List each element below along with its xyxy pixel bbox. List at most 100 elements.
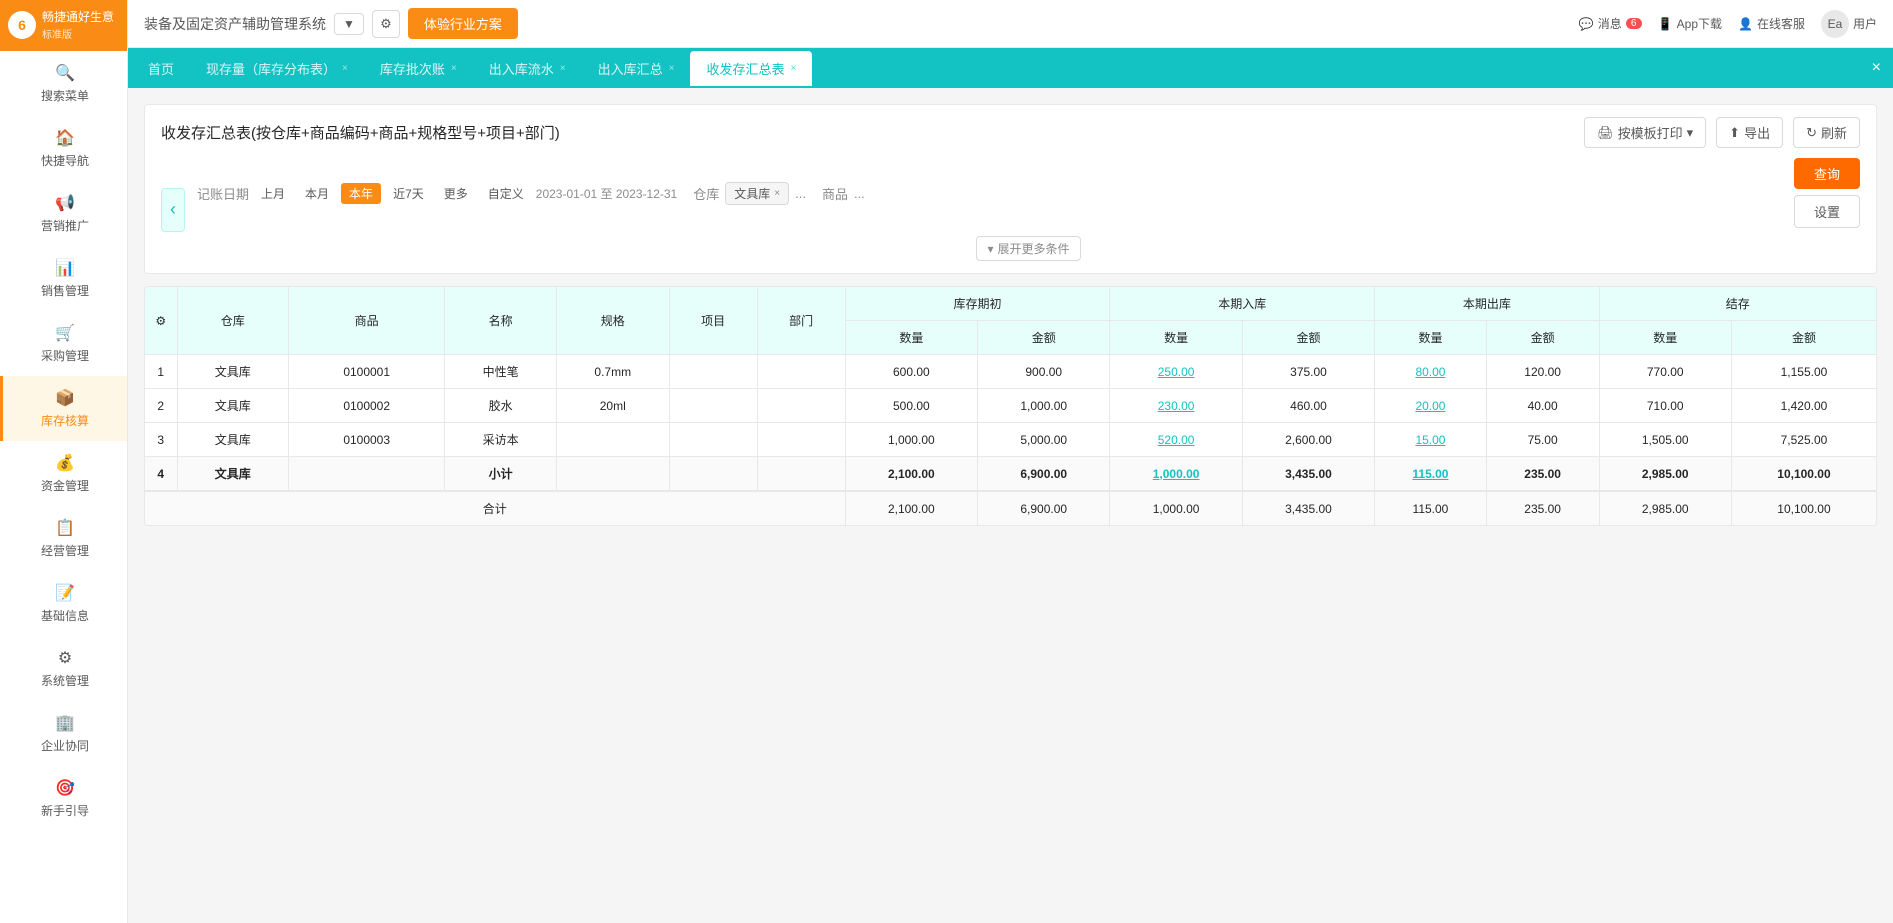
app-download-label: App下载: [1677, 15, 1722, 32]
sidebar-item-system[interactable]: ⚙ 系统管理: [0, 636, 127, 701]
user-action[interactable]: Ea 用户: [1821, 10, 1877, 38]
table-cell: 2: [145, 389, 177, 423]
sidebar-item-sales[interactable]: 📊 销售管理: [0, 246, 127, 311]
collapse-filter-button[interactable]: ‹: [161, 188, 185, 232]
table-settings-icon[interactable]: ⚙: [155, 314, 166, 328]
table-cell[interactable]: 80.00: [1375, 355, 1487, 389]
sidebar-item-label: 搜索菜单: [41, 87, 89, 104]
app-download-action[interactable]: 📱 App下载: [1658, 15, 1722, 32]
warehouse-ellipsis[interactable]: ...: [795, 186, 806, 201]
date-btn-last-month[interactable]: 上月: [253, 183, 293, 204]
tab-close-icon[interactable]: ×: [342, 63, 348, 74]
tab-inout-flow-label: 出入库流水: [489, 59, 554, 78]
goods-ellipsis[interactable]: ...: [854, 186, 865, 201]
query-button[interactable]: 查询: [1794, 158, 1860, 189]
date-btn-7days[interactable]: 近7天: [385, 183, 432, 204]
sidebar-item-marketing[interactable]: 📢 营销推广: [0, 181, 127, 246]
service-icon: 👤: [1738, 17, 1753, 31]
sidebar-item-label: 营销推广: [41, 217, 89, 234]
chevron-down-icon: ▾: [1687, 125, 1694, 141]
sidebar-item-inventory[interactable]: 📦 库存核算: [0, 376, 127, 441]
set-button[interactable]: 设置: [1794, 195, 1860, 228]
table-cell[interactable]: 520.00: [1110, 423, 1242, 457]
sidebar-item-operation[interactable]: 📋 经营管理: [0, 506, 127, 571]
tab-home[interactable]: 首页: [132, 51, 190, 86]
online-service-action[interactable]: 👤 在线客服: [1738, 15, 1805, 32]
table-cell: [669, 457, 757, 492]
tab-inout-summary[interactable]: 出入库汇总 ×: [582, 51, 691, 86]
sidebar-item-quick-nav[interactable]: 🏠 快捷导航: [0, 116, 127, 181]
filter-row-1: 记账日期 上月 本月 本年 近7天 更多 自定义 2023-01-01 至 20…: [197, 158, 1860, 228]
settings-button[interactable]: ⚙: [372, 10, 400, 38]
sidebar-item-finance[interactable]: 💰 资金管理: [0, 441, 127, 506]
th-balance: 结存: [1599, 287, 1876, 321]
table-cell: 500.00: [845, 389, 977, 423]
date-label: 记账日期: [197, 184, 249, 203]
table-cell: 文具库: [177, 457, 288, 492]
th-in-qty: 数量: [1110, 321, 1242, 355]
messages-action[interactable]: 💬 消息 6: [1579, 15, 1642, 32]
tab-close-icon[interactable]: ×: [790, 63, 796, 74]
refresh-button[interactable]: ↻ 刷新: [1793, 117, 1860, 148]
warehouse-filter: 仓库 文具库 × ...: [693, 182, 806, 205]
print-button[interactable]: 🖨 按模板打印 ▾: [1584, 117, 1706, 148]
sidebar-item-purchase[interactable]: 🛒 采购管理: [0, 311, 127, 376]
table-cell[interactable]: 230.00: [1110, 389, 1242, 423]
export-button[interactable]: ⬆ 导出: [1716, 117, 1783, 148]
table-cell[interactable]: 250.00: [1110, 355, 1242, 389]
warehouse-tag-value: 文具库: [734, 185, 770, 202]
system-selector[interactable]: ▼: [334, 13, 364, 35]
table-cell: 75.00: [1486, 423, 1599, 457]
footer-out-amt: 235.00: [1486, 491, 1599, 525]
expand-more-button[interactable]: ▾ 展开更多条件: [976, 236, 1080, 261]
table-cell: 600.00: [845, 355, 977, 389]
table-cell[interactable]: 15.00: [1375, 423, 1487, 457]
th-bal-qty: 数量: [1599, 321, 1731, 355]
tab-inout-flow[interactable]: 出入库流水 ×: [473, 51, 582, 86]
footer-bal-qty: 2,985.00: [1599, 491, 1731, 525]
sidebar-item-newbie[interactable]: 🎯 新手引导: [0, 766, 127, 831]
table-cell: 460.00: [1242, 389, 1374, 423]
warehouse-tag[interactable]: 文具库 ×: [725, 182, 789, 205]
th-warehouse: 仓库: [177, 287, 288, 355]
date-btn-custom[interactable]: 自定义: [480, 183, 532, 204]
header-left: 装备及固定资产辅助管理系统 ▼ ⚙ 体验行业方案: [144, 8, 518, 39]
table-cell[interactable]: 20.00: [1375, 389, 1487, 423]
sidebar-item-enterprise[interactable]: 🏢 企业协同: [0, 701, 127, 766]
date-btn-more[interactable]: 更多: [436, 183, 476, 204]
tab-recv-send-summary[interactable]: 收发存汇总表 ×: [690, 51, 812, 86]
table-cell: 文具库: [177, 355, 288, 389]
page-header: 收发存汇总表(按仓库+商品编码+商品+规格型号+项目+部门) 🖨 按模板打印 ▾…: [144, 104, 1877, 274]
cart-icon: 🛒: [55, 323, 75, 343]
money-icon: 💰: [55, 453, 75, 473]
filter-buttons: 查询 设置: [1794, 158, 1860, 228]
table-cell: [669, 423, 757, 457]
warehouse-label: 仓库: [693, 184, 719, 203]
sidebar-item-label: 基础信息: [41, 607, 89, 624]
tab-batch-account[interactable]: 库存批次账 ×: [364, 51, 473, 86]
th-out: 本期出库: [1375, 287, 1599, 321]
table-cell[interactable]: 115.00: [1375, 457, 1487, 492]
tab-close-icon[interactable]: ×: [669, 63, 675, 74]
trial-button[interactable]: 体验行业方案: [408, 8, 518, 39]
table-cell: [556, 457, 669, 492]
tab-close-icon[interactable]: ×: [560, 63, 566, 74]
goods-filter: 商品 ...: [822, 184, 865, 203]
sidebar-item-basic-info[interactable]: 📝 基础信息: [0, 571, 127, 636]
table-cell: 3,435.00: [1242, 457, 1374, 492]
date-btn-this-month[interactable]: 本月: [297, 183, 337, 204]
date-btn-this-year[interactable]: 本年: [341, 183, 381, 204]
table-row: 3文具库0100003采访本1,000.005,000.00520.002,60…: [145, 423, 1876, 457]
tab-bar-close-button[interactable]: ×: [1864, 55, 1889, 81]
tab-inventory-dist[interactable]: 现存量（库存分布表） ×: [190, 51, 364, 86]
th-out-amt: 金额: [1486, 321, 1599, 355]
th-project: 项目: [669, 287, 757, 355]
table-cell[interactable]: 1,000.00: [1110, 457, 1242, 492]
edition-text: 标准版: [42, 26, 114, 41]
table-cell: 5,000.00: [978, 423, 1110, 457]
sidebar-item-search[interactable]: 🔍 搜索菜单: [0, 51, 127, 116]
sidebar-item-label: 系统管理: [41, 672, 89, 689]
warehouse-tag-close-icon[interactable]: ×: [774, 188, 780, 199]
table-cell: 0100001: [288, 355, 444, 389]
tab-close-icon[interactable]: ×: [451, 63, 457, 74]
